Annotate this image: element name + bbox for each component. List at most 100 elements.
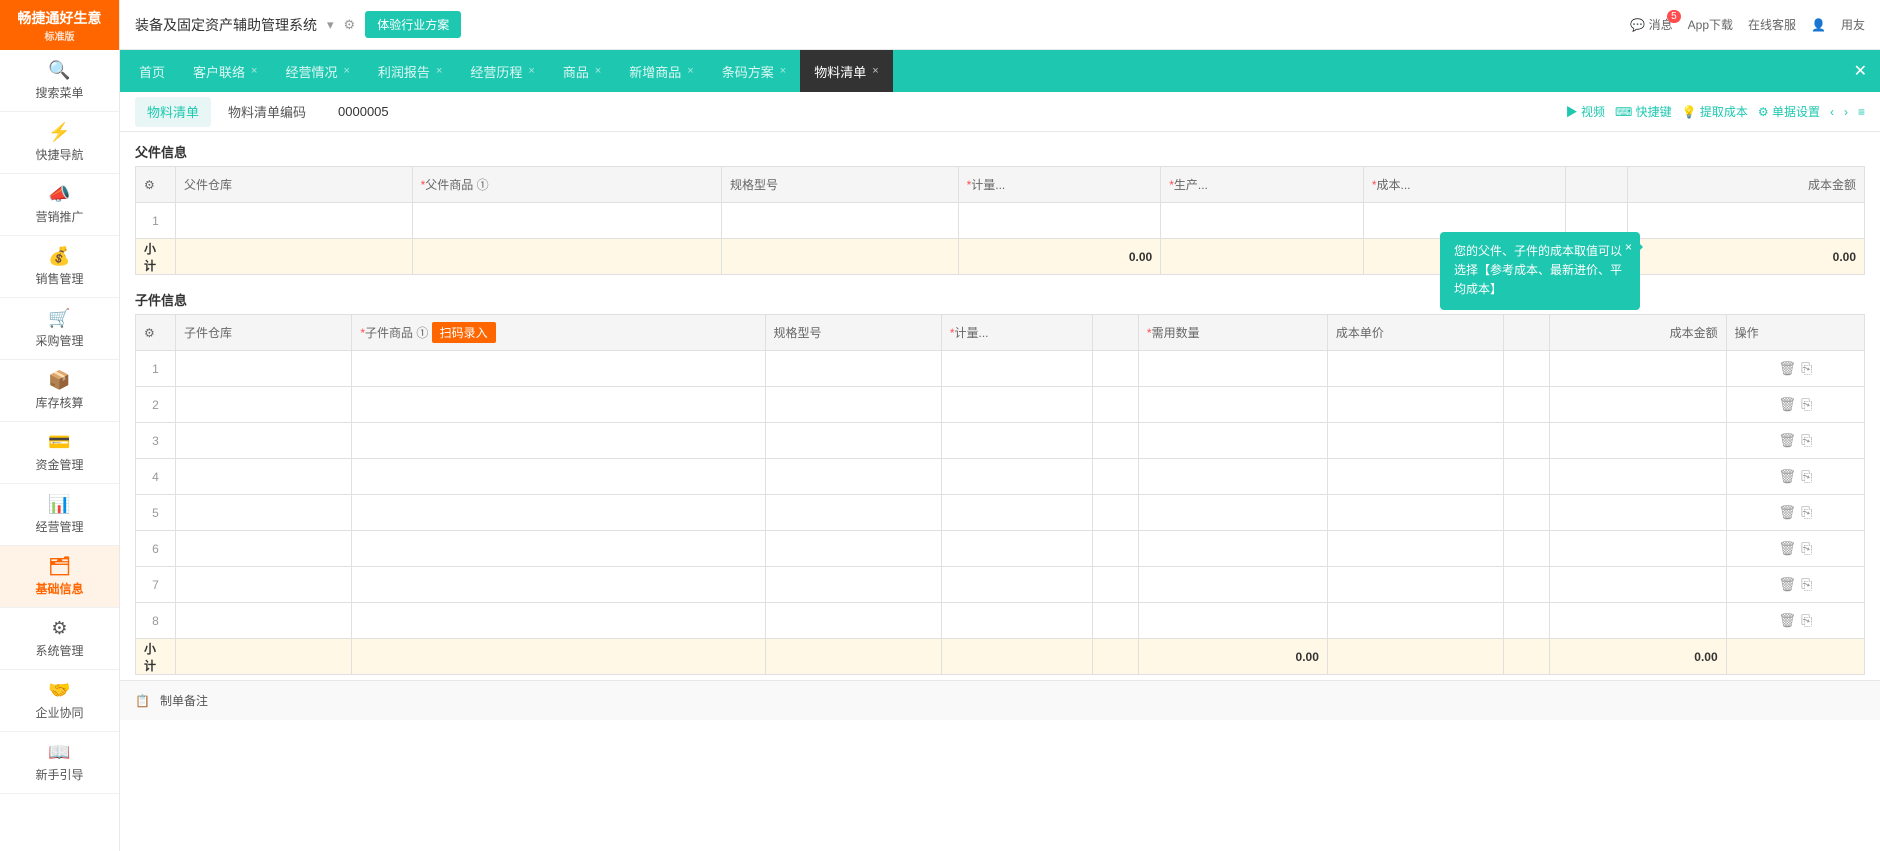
subtab-bom-code[interactable]: 物料清单编码	[216, 97, 318, 127]
child-row-8-warehouse[interactable]	[176, 603, 352, 639]
child-row-5-delete-icon[interactable]: 🗑	[1778, 504, 1796, 521]
child-row-8-product[interactable]	[352, 603, 765, 639]
view-link[interactable]: ▶ 视频	[1566, 103, 1605, 120]
child-row-6-unit-cost[interactable]	[1327, 531, 1503, 567]
child-row-6-spec[interactable]	[765, 531, 941, 567]
child-row-2-product[interactable]	[352, 387, 765, 423]
app-download[interactable]: App下载	[1688, 16, 1733, 33]
sidebar-item-purchase[interactable]: 🛒 采购管理	[0, 298, 119, 360]
child-row-5-warehouse[interactable]	[176, 495, 352, 531]
parent-row-1-unit[interactable]	[958, 203, 1161, 239]
tab-bom-close[interactable]: ×	[872, 65, 878, 77]
child-row-6-extra[interactable]	[1092, 531, 1138, 567]
tab-new-product-close[interactable]: ×	[687, 65, 693, 77]
child-row-4-qty[interactable]	[1138, 459, 1327, 495]
tab-operations[interactable]: 经营情况 ×	[271, 50, 363, 92]
child-row-6-product[interactable]	[352, 531, 765, 567]
sidebar-item-enterprise[interactable]: 🤝 企业协同	[0, 670, 119, 732]
child-row-5-extra2[interactable]	[1504, 495, 1550, 531]
child-row-7-product[interactable]	[352, 567, 765, 603]
nav-next-btn[interactable]: ›	[1844, 105, 1848, 119]
child-row-1-spec[interactable]	[765, 351, 941, 387]
child-row-5-qty[interactable]	[1138, 495, 1327, 531]
child-row-4-unit-cost[interactable]	[1327, 459, 1503, 495]
sidebar-item-operations[interactable]: 📊 经营管理	[0, 484, 119, 546]
child-row-5-spec[interactable]	[765, 495, 941, 531]
tooltip-close-btn[interactable]: ×	[1625, 238, 1632, 257]
online-service[interactable]: 在线客服	[1748, 16, 1796, 33]
child-row-3-product[interactable]	[352, 423, 765, 459]
child-row-2-extra[interactable]	[1092, 387, 1138, 423]
child-row-3-extra2[interactable]	[1504, 423, 1550, 459]
child-row-1-product[interactable]	[352, 351, 765, 387]
sidebar-item-quicknav[interactable]: ⚡ 快捷导航	[0, 112, 119, 174]
tab-product[interactable]: 商品 ×	[549, 50, 615, 92]
child-row-3-qty[interactable]	[1138, 423, 1327, 459]
child-row-1-qty[interactable]	[1138, 351, 1327, 387]
child-row-4-extra2[interactable]	[1504, 459, 1550, 495]
tab-operations-close[interactable]: ×	[343, 65, 349, 77]
child-row-5-product[interactable]	[352, 495, 765, 531]
child-row-8-extra2[interactable]	[1504, 603, 1550, 639]
child-row-3-copy-icon[interactable]: ⎘	[1801, 432, 1812, 449]
tab-bom[interactable]: 物料清单 ×	[800, 50, 892, 92]
child-row-7-warehouse[interactable]	[176, 567, 352, 603]
child-row-1-delete-icon[interactable]: 🗑	[1778, 360, 1796, 377]
try-button[interactable]: 体验行业方案	[365, 11, 461, 38]
child-row-1-extra[interactable]	[1092, 351, 1138, 387]
sidebar-item-finance[interactable]: 💳 资金管理	[0, 422, 119, 484]
child-row-7-unit-cost[interactable]	[1327, 567, 1503, 603]
child-row-4-warehouse[interactable]	[176, 459, 352, 495]
child-row-2-unit[interactable]	[941, 387, 1092, 423]
child-row-2-qty[interactable]	[1138, 387, 1327, 423]
child-row-7-copy-icon[interactable]: ⎘	[1801, 576, 1812, 593]
tab-profit[interactable]: 利润报告 ×	[364, 50, 456, 92]
user-label[interactable]: 用友	[1841, 16, 1865, 33]
child-row-4-copy-icon[interactable]: ⎘	[1801, 468, 1812, 485]
tab-barcode[interactable]: 条码方案 ×	[708, 50, 800, 92]
child-row-6-qty[interactable]	[1138, 531, 1327, 567]
child-row-4-spec[interactable]	[765, 459, 941, 495]
sidebar-item-sales[interactable]: 💰 销售管理	[0, 236, 119, 298]
child-row-1-copy-icon[interactable]: ⎘	[1801, 360, 1812, 377]
child-row-8-unit-cost[interactable]	[1327, 603, 1503, 639]
child-row-7-extra2[interactable]	[1504, 567, 1550, 603]
tab-product-close[interactable]: ×	[595, 65, 601, 77]
tab-barcode-close[interactable]: ×	[780, 65, 786, 77]
parent-row-1-prod[interactable]	[1161, 203, 1364, 239]
child-row-3-spec[interactable]	[765, 423, 941, 459]
shortcut-link[interactable]: ⌨ 快捷键	[1615, 103, 1672, 120]
child-row-6-warehouse[interactable]	[176, 531, 352, 567]
child-row-6-delete-icon[interactable]: 🗑	[1778, 540, 1796, 557]
child-row-2-unit-cost[interactable]	[1327, 387, 1503, 423]
child-row-5-copy-icon[interactable]: ⎘	[1801, 504, 1812, 521]
tab-customer[interactable]: 客户联络 ×	[179, 50, 271, 92]
child-row-4-extra[interactable]	[1092, 459, 1138, 495]
single-settings-link[interactable]: ⚙ 单据设置	[1758, 103, 1820, 120]
parent-row-1-spec[interactable]	[721, 203, 958, 239]
subtab-bom-list[interactable]: 物料清单	[135, 97, 211, 127]
child-row-8-qty[interactable]	[1138, 603, 1327, 639]
child-row-2-spec[interactable]	[765, 387, 941, 423]
parent-row-1-product[interactable]	[412, 203, 721, 239]
child-row-3-delete-icon[interactable]: 🗑	[1778, 432, 1796, 449]
child-row-2-extra2[interactable]	[1504, 387, 1550, 423]
child-row-1-unit-cost[interactable]	[1327, 351, 1503, 387]
tab-home[interactable]: 首页	[125, 50, 179, 92]
child-row-3-extra[interactable]	[1092, 423, 1138, 459]
tab-profit-close[interactable]: ×	[436, 65, 442, 77]
extract-cost-link[interactable]: 💡 提取成本	[1682, 103, 1748, 120]
child-row-7-extra[interactable]	[1092, 567, 1138, 603]
child-row-2-delete-icon[interactable]: 🗑	[1778, 396, 1796, 413]
child-row-4-product[interactable]	[352, 459, 765, 495]
parent-row-1-warehouse[interactable]	[176, 203, 413, 239]
child-row-5-unit[interactable]	[941, 495, 1092, 531]
sidebar-item-marketing[interactable]: 📣 营销推广	[0, 174, 119, 236]
message-item[interactable]: 💬 5 消息	[1630, 16, 1672, 33]
child-row-8-copy-icon[interactable]: ⎘	[1801, 612, 1812, 629]
child-row-6-unit[interactable]	[941, 531, 1092, 567]
child-row-5-extra[interactable]	[1092, 495, 1138, 531]
child-row-6-extra2[interactable]	[1504, 531, 1550, 567]
tab-new-product[interactable]: 新增商品 ×	[615, 50, 707, 92]
tab-history[interactable]: 经营历程 ×	[456, 50, 548, 92]
